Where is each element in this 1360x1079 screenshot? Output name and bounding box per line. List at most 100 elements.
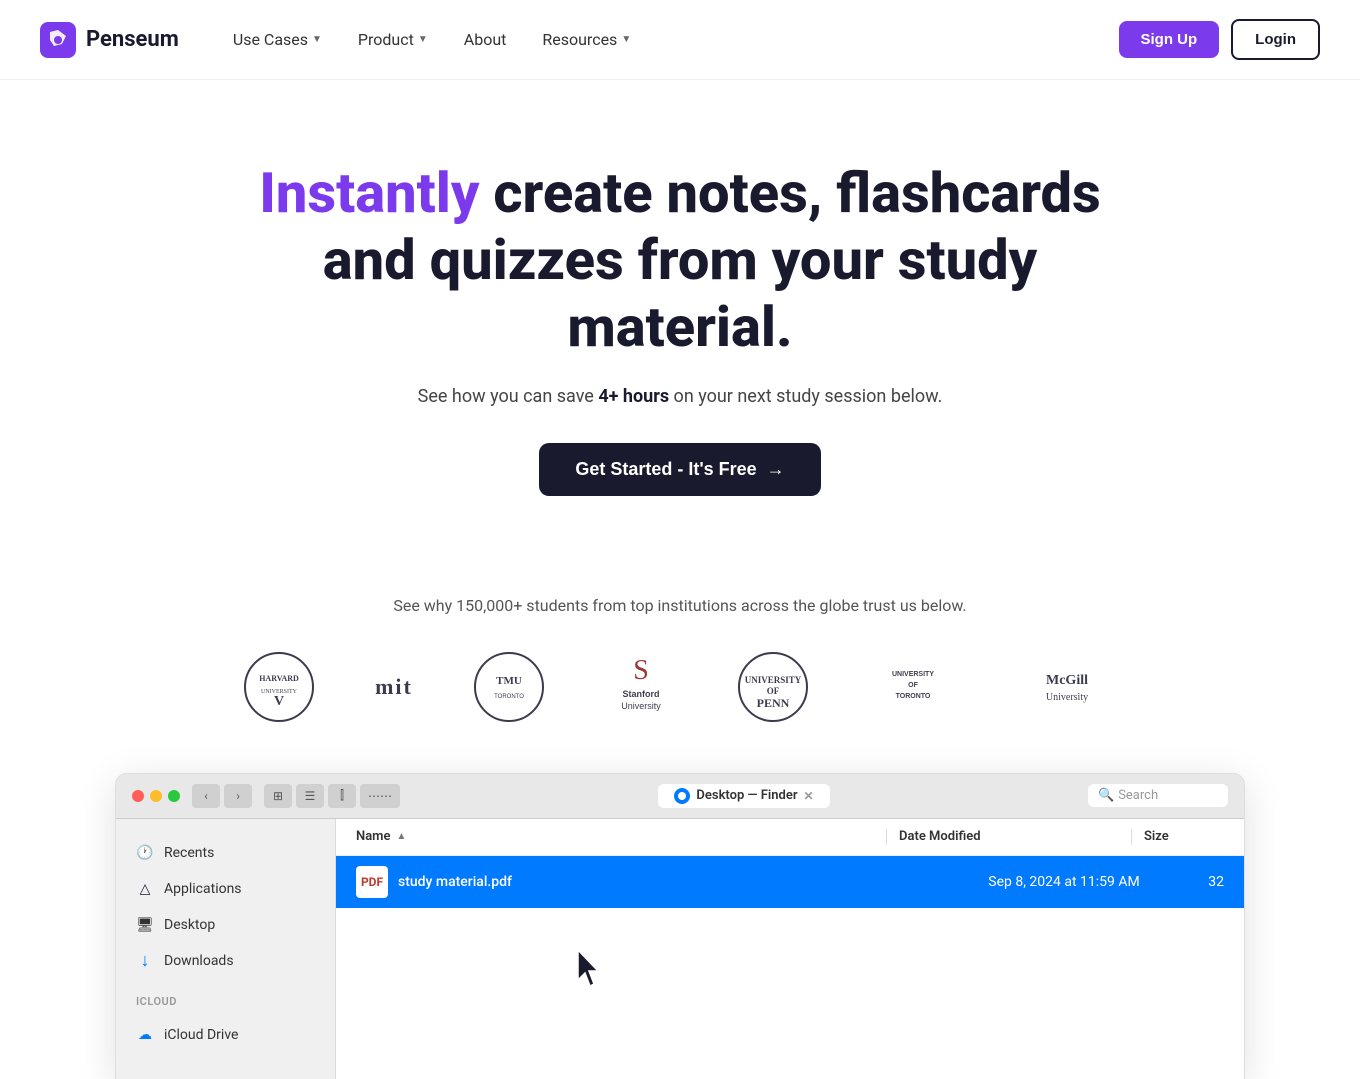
signup-button[interactable]: Sign Up bbox=[1119, 21, 1220, 58]
maximize-window-button[interactable] bbox=[168, 790, 180, 802]
stanford-logo-svg: S Stanford University bbox=[605, 651, 677, 723]
navbar-left: Penseum Use Cases ▼ Product ▼ About Reso… bbox=[40, 22, 645, 58]
ryerson-logo: TMU TORONTO bbox=[473, 651, 545, 723]
finder-empty-area bbox=[336, 908, 1244, 1028]
cta-arrow-icon: → bbox=[767, 459, 785, 480]
mcgill-logo: McGill University bbox=[1017, 662, 1117, 712]
svg-text:Stanford: Stanford bbox=[622, 689, 659, 699]
finder-file-row[interactable]: PDF study material.pdf Sep 8, 2024 at 11… bbox=[336, 856, 1244, 908]
col-header-date[interactable]: Date Modified bbox=[899, 829, 1119, 844]
col-divider-2 bbox=[1131, 829, 1132, 845]
finder-search-placeholder: Search bbox=[1118, 788, 1158, 803]
finder-search-box[interactable]: 🔍 Search bbox=[1088, 784, 1228, 807]
nav-resources[interactable]: Resources ▼ bbox=[528, 22, 645, 57]
harvard-logo-svg: HARVARD UNIVERSITY V bbox=[243, 651, 315, 723]
nav-links: Use Cases ▼ Product ▼ About Resources ▼ bbox=[219, 22, 645, 57]
minimize-window-button[interactable] bbox=[150, 790, 162, 802]
sidebar-item-recents[interactable]: 🕐 Recents bbox=[116, 835, 335, 871]
mit-text: mit bbox=[375, 674, 413, 700]
finder-forward-button[interactable]: › bbox=[224, 784, 252, 808]
svg-text:OF: OF bbox=[767, 686, 780, 696]
finder-location-label: Desktop — Finder bbox=[696, 788, 797, 803]
nav-about[interactable]: About bbox=[450, 22, 521, 57]
svg-text:UNIVERSITY: UNIVERSITY bbox=[892, 671, 934, 678]
headline-highlight: Instantly bbox=[259, 160, 479, 226]
icloud-drive-icon: ☁ bbox=[136, 1026, 154, 1044]
finder-section: ‹ › ⊞ ☰ ⫿ ⋯⋯ Desktop — Finder ✕ 🔍 Search bbox=[0, 753, 1360, 1079]
cta-button[interactable]: Get Started - It's Free → bbox=[539, 443, 820, 496]
finder-toolbar: ‹ › ⊞ ☰ ⫿ ⋯⋯ Desktop — Finder ✕ 🔍 Search bbox=[116, 774, 1244, 819]
logo[interactable]: Penseum bbox=[40, 22, 179, 58]
file-pdf-icon: PDF bbox=[356, 866, 388, 898]
svg-text:TMU: TMU bbox=[496, 675, 522, 687]
finder-column-headers: Name ▲ Date Modified Size bbox=[336, 819, 1244, 856]
svg-text:McGill: McGill bbox=[1046, 673, 1088, 688]
col-header-size[interactable]: Size bbox=[1144, 829, 1224, 844]
sidebar-item-applications[interactable]: △ Applications bbox=[116, 871, 335, 907]
nav-product[interactable]: Product ▼ bbox=[344, 22, 442, 57]
finder-content: Name ▲ Date Modified Size PDF bbox=[336, 819, 1244, 1079]
ryerson-logo-svg: TMU TORONTO bbox=[473, 651, 545, 723]
mit-logo: mit bbox=[375, 674, 413, 700]
sort-arrow-icon: ▲ bbox=[396, 831, 406, 842]
finder-back-button[interactable]: ‹ bbox=[192, 784, 220, 808]
finder-sidebar: 🕐 Recents △ Applications 🖥 Desktop ↓ Dow… bbox=[116, 819, 336, 1079]
mcgill-logo-svg: McGill University bbox=[1017, 662, 1117, 712]
svg-text:UNIVERSITY: UNIVERSITY bbox=[745, 675, 802, 685]
sidebar-item-applications-label: Applications bbox=[164, 881, 242, 897]
trust-section: See why 150,000+ students from top insti… bbox=[0, 546, 1360, 753]
product-chevron-icon: ▼ bbox=[418, 34, 428, 45]
svg-text:University: University bbox=[621, 701, 661, 711]
nav-use-cases[interactable]: Use Cases ▼ bbox=[219, 22, 336, 57]
logo-text: Penseum bbox=[86, 27, 179, 52]
harvard-logo: HARVARD UNIVERSITY V bbox=[243, 651, 315, 723]
finder-body: 🕐 Recents △ Applications 🖥 Desktop ↓ Dow… bbox=[116, 819, 1244, 1079]
hero-subtext: See how you can save 4+ hours on your ne… bbox=[40, 386, 1320, 407]
finder-view-list-button[interactable]: ☰ bbox=[296, 784, 324, 808]
sidebar-item-icloud-drive[interactable]: ☁ iCloud Drive bbox=[116, 1017, 335, 1053]
use-cases-chevron-icon: ▼ bbox=[312, 34, 322, 45]
svg-text:TORONTO: TORONTO bbox=[494, 694, 524, 700]
finder-nav-buttons: ‹ › bbox=[192, 784, 252, 808]
file-date: Sep 8, 2024 at 11:59 AM bbox=[988, 874, 1208, 890]
svg-text:S: S bbox=[633, 655, 649, 686]
sidebar-item-icloud-drive-label: iCloud Drive bbox=[164, 1027, 238, 1043]
applications-icon: △ bbox=[136, 880, 154, 898]
finder-location-close-icon[interactable]: ✕ bbox=[804, 789, 814, 803]
col-header-name[interactable]: Name ▲ bbox=[356, 829, 874, 844]
svg-text:OF: OF bbox=[908, 682, 918, 689]
svg-text:HARVARD: HARVARD bbox=[259, 674, 299, 683]
icloud-section-header: iCloud bbox=[116, 979, 335, 1017]
finder-view-gallery-button[interactable]: ⋯⋯ bbox=[360, 784, 400, 808]
icloud-label: iCloud bbox=[136, 995, 177, 1008]
toronto-logo-svg: UNIVERSITY OF TORONTO bbox=[869, 662, 957, 712]
sidebar-item-desktop[interactable]: 🖥 Desktop bbox=[116, 907, 335, 943]
sidebar-item-desktop-label: Desktop bbox=[164, 917, 215, 933]
stanford-logo: S Stanford University bbox=[605, 651, 677, 723]
desktop-icon: 🖥 bbox=[136, 916, 154, 934]
finder-view-column-button[interactable]: ⫿ bbox=[328, 784, 356, 808]
toronto-logo: UNIVERSITY OF TORONTO bbox=[869, 662, 957, 712]
navbar: Penseum Use Cases ▼ Product ▼ About Reso… bbox=[0, 0, 1360, 80]
sidebar-item-recents-label: Recents bbox=[164, 845, 214, 861]
downloads-icon: ↓ bbox=[136, 952, 154, 970]
penseum-logo-icon bbox=[40, 22, 76, 58]
sidebar-item-downloads[interactable]: ↓ Downloads bbox=[116, 943, 335, 979]
search-icon: 🔍 bbox=[1098, 788, 1114, 803]
cursor-arrow-icon bbox=[576, 948, 606, 990]
penn-logo: UNIVERSITY OF PENN bbox=[737, 651, 809, 723]
file-size: 32 bbox=[1208, 874, 1224, 890]
hero-section: Instantly create notes, flashcards and q… bbox=[0, 80, 1360, 546]
penn-logo-svg: UNIVERSITY OF PENN bbox=[737, 651, 809, 723]
login-button[interactable]: Login bbox=[1231, 19, 1320, 60]
col-divider-1 bbox=[886, 829, 887, 845]
desktop-location-icon bbox=[674, 788, 690, 804]
resources-chevron-icon: ▼ bbox=[621, 34, 631, 45]
university-logos: HARVARD UNIVERSITY V mit TMU TORONTO S S… bbox=[40, 651, 1320, 723]
hero-headline: Instantly create notes, flashcards and q… bbox=[230, 160, 1130, 362]
svg-text:V: V bbox=[274, 694, 284, 709]
finder-window: ‹ › ⊞ ☰ ⫿ ⋯⋯ Desktop — Finder ✕ 🔍 Search bbox=[115, 773, 1245, 1079]
finder-view-icon-button[interactable]: ⊞ bbox=[264, 784, 292, 808]
finder-window-controls bbox=[132, 790, 180, 802]
close-window-button[interactable] bbox=[132, 790, 144, 802]
